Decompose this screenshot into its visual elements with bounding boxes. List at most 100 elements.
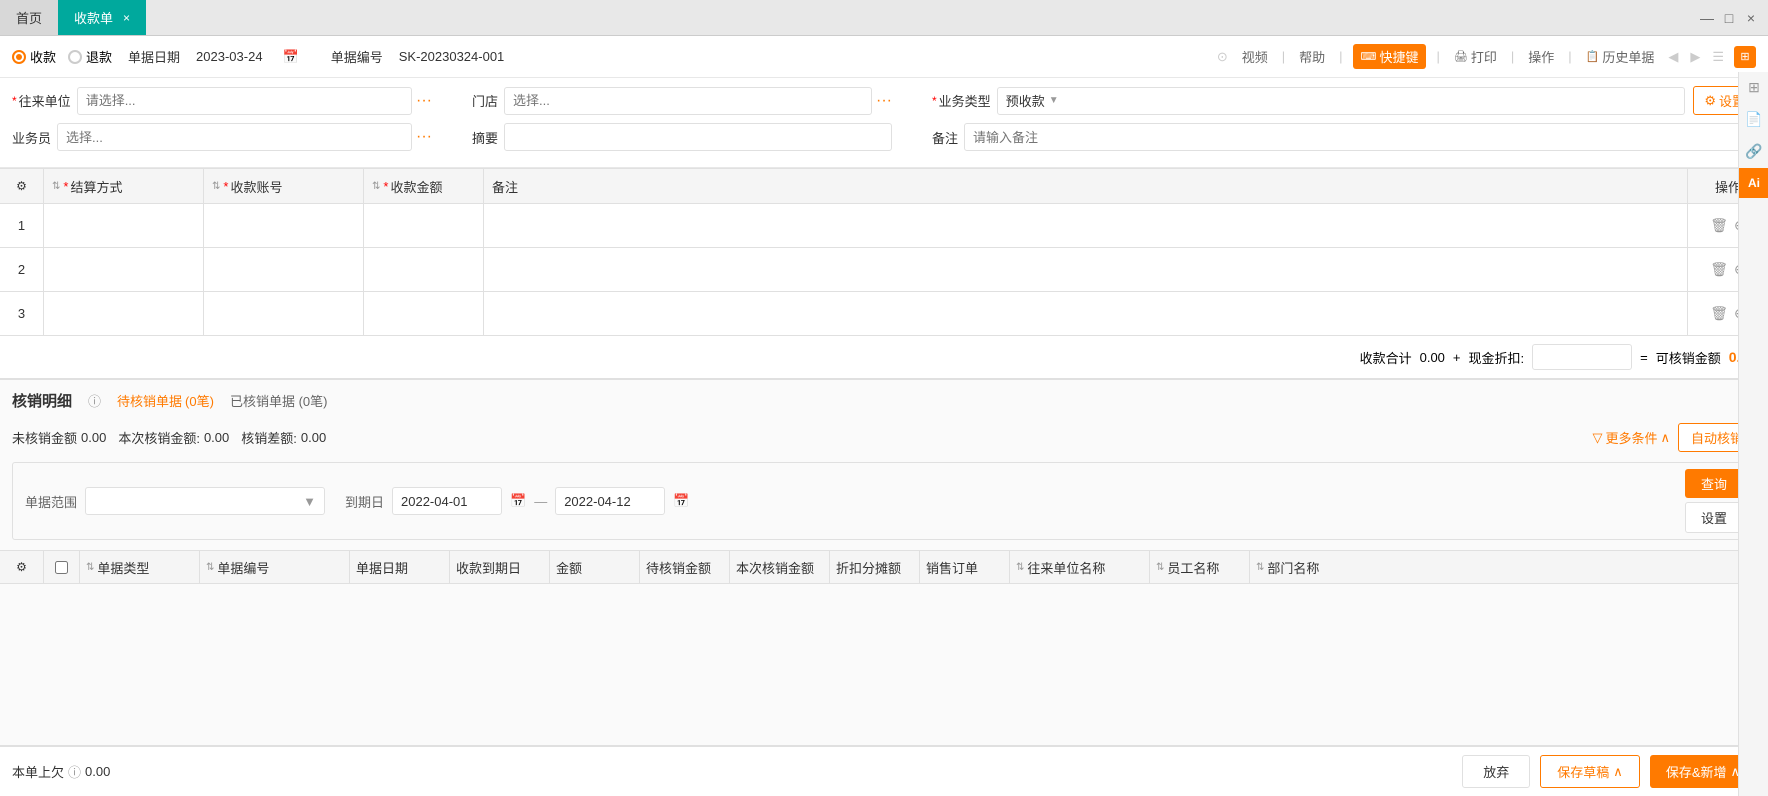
tab-home[interactable]: 首页 (0, 0, 58, 35)
staff-input[interactable] (57, 123, 412, 151)
chevron-up-icon: ∧ (1660, 430, 1670, 446)
partner-dots-btn[interactable]: ··· (416, 92, 432, 110)
row1-amount[interactable] (364, 204, 484, 247)
partner-input[interactable] (77, 87, 412, 115)
bth-discount: 折扣分摊额 (830, 551, 920, 583)
grid-btn[interactable]: ⊞ (1734, 46, 1756, 68)
calendar-from-icon[interactable]: 📅 (510, 493, 526, 509)
date-range-field: 到期日 📅 — 📅 (345, 487, 689, 515)
range-select[interactable]: ▼ (85, 487, 325, 515)
row1-delete-icon[interactable]: 🗑 (1710, 217, 1728, 234)
verify-diff: 核销差额: 0.00 (241, 428, 326, 447)
row2-delete-icon[interactable]: 🗑 (1710, 261, 1728, 278)
query-button[interactable]: 查询 (1685, 469, 1743, 498)
bth-settings[interactable]: ⚙ (0, 551, 44, 583)
date-from-input[interactable] (392, 487, 502, 515)
done-tab[interactable]: 已核销单据 (0笔) (230, 391, 328, 410)
search-settings-btn[interactable]: 设置 (1685, 502, 1743, 533)
store-input[interactable] (504, 87, 872, 115)
sidebar-link-icon[interactable]: 🔗 (1739, 136, 1768, 166)
minimize-button[interactable]: — (1698, 9, 1716, 27)
btype-select[interactable]: 预收款 ▼ (997, 87, 1686, 115)
discount-input[interactable] (1532, 344, 1632, 370)
th-amount: ⇅ * 收款金额 (364, 169, 484, 203)
store-dots-btn[interactable]: ··· (876, 92, 892, 110)
shortcut-btn[interactable]: ⌨ 快捷键 (1353, 44, 1427, 69)
info-icon[interactable]: ⓘ (88, 391, 101, 410)
row1-method[interactable] (44, 204, 204, 247)
sort-dept-icon: ⇅ (1256, 562, 1264, 573)
bth-duedate: 收款到期日 (450, 551, 550, 583)
sort-num-icon: ⇅ (206, 562, 214, 573)
receipt-radio-dot (16, 54, 22, 60)
row1-note[interactable] (484, 204, 1688, 247)
info-circle-icon: ⓘ (68, 762, 81, 781)
refund-label: 退款 (86, 47, 112, 66)
filter-icon: ▽ (1592, 430, 1602, 446)
history-btn[interactable]: 📋 历史单据 (1582, 45, 1659, 68)
pending-tab[interactable]: 待核销单据 (0笔) (117, 391, 214, 410)
bth-pending: 待核销金额 (640, 551, 730, 583)
row2-method[interactable] (44, 248, 204, 291)
date-separator: — (534, 494, 547, 509)
sort-icon-method: ⇅ (52, 181, 60, 192)
print-btn[interactable]: 🖨 打印 (1450, 45, 1501, 68)
select-all-checkbox[interactable] (55, 561, 68, 574)
receipt-radio[interactable]: 收款 (12, 47, 56, 66)
form-row-2: 业务员 ··· 摘要 备注 (12, 123, 1756, 151)
total-label: 收款合计 (1360, 348, 1412, 367)
bth-verify: 本次核销金额 (730, 551, 830, 583)
discount-label: 现金折扣: (1469, 348, 1525, 367)
th-method: ⇅ * 结算方式 (44, 169, 204, 203)
receipt-table: ⚙ ⇅ * 结算方式 ⇅ * 收款账号 ⇅ * 收款金额 备注 操作 (0, 168, 1768, 336)
close-button[interactable]: × (1742, 9, 1760, 27)
row3-account[interactable] (204, 292, 364, 335)
row3-note[interactable] (484, 292, 1688, 335)
tab-receipt[interactable]: 收款单 × (58, 0, 146, 35)
range-label: 单据范围 (25, 492, 77, 511)
row1-account[interactable] (204, 204, 364, 247)
bottom-table-header: ⚙ ⇅ 单据类型 ⇅ 单据编号 单据日期 收款到期日 金额 待核销金额 (0, 550, 1768, 584)
tab-close-icon[interactable]: × (123, 11, 130, 25)
video-btn[interactable]: 视频 (1238, 45, 1272, 68)
th-settings[interactable]: ⚙ (0, 169, 44, 203)
row3-delete-icon[interactable]: 🗑 (1710, 305, 1728, 322)
bth-checkbox[interactable] (44, 551, 80, 583)
calendar-to-icon[interactable]: 📅 (673, 493, 689, 509)
calendar-icon[interactable]: 📅 (283, 49, 299, 65)
row2-amount[interactable] (364, 248, 484, 291)
maximize-button[interactable]: □ (1720, 9, 1738, 27)
bottom-info: 本单上欠 ⓘ 0.00 (12, 762, 110, 781)
partner-field: * 往来单位 ··· (12, 87, 432, 115)
bth-partner: ⇅ 往来单位名称 (1010, 551, 1150, 583)
sidebar-ai-icon[interactable]: Ai (1739, 168, 1768, 198)
date-value: 2023-03-24 (196, 49, 263, 64)
refund-radio[interactable]: 退款 (68, 47, 112, 66)
date-to-input[interactable] (555, 487, 665, 515)
receipt-refund-toggle: 收款 退款 (12, 47, 112, 66)
staff-dots-btn[interactable]: ··· (416, 128, 432, 146)
bth-date: 单据日期 (350, 551, 450, 583)
summary-input[interactable] (504, 123, 892, 151)
number-label: 单据编号 (331, 47, 383, 66)
row3-amount[interactable] (364, 292, 484, 335)
th-account: ⇅ * 收款账号 (204, 169, 364, 203)
more-conditions-btn[interactable]: ▽ 更多条件 ∧ (1592, 428, 1670, 447)
sidebar-doc-icon[interactable]: 📄 (1739, 104, 1768, 134)
filter-right: ▽ 更多条件 ∧ 自动核销 (1592, 423, 1756, 452)
verification-title: 核销明细 (12, 390, 72, 411)
help-btn[interactable]: 帮助 (1295, 45, 1329, 68)
number-value: SK-20230324-001 (399, 49, 505, 64)
row2-account[interactable] (204, 248, 364, 291)
row2-note[interactable] (484, 248, 1688, 291)
business-type-field: * 业务类型 预收款 ▼ ⚙ 设置 (932, 86, 1756, 115)
note-input[interactable] (964, 123, 1756, 151)
sidebar-table-icon[interactable]: ⊞ (1739, 72, 1768, 102)
save-draft-button[interactable]: 保存草稿 ∧ (1540, 755, 1640, 788)
btype-value: 预收款 (1006, 91, 1045, 110)
operation-btn[interactable]: 操作 (1524, 45, 1558, 68)
due-label: 到期日 (345, 492, 384, 511)
date-label: 单据日期 (128, 47, 180, 66)
row3-method[interactable] (44, 292, 204, 335)
abandon-button[interactable]: 放弃 (1462, 755, 1530, 788)
